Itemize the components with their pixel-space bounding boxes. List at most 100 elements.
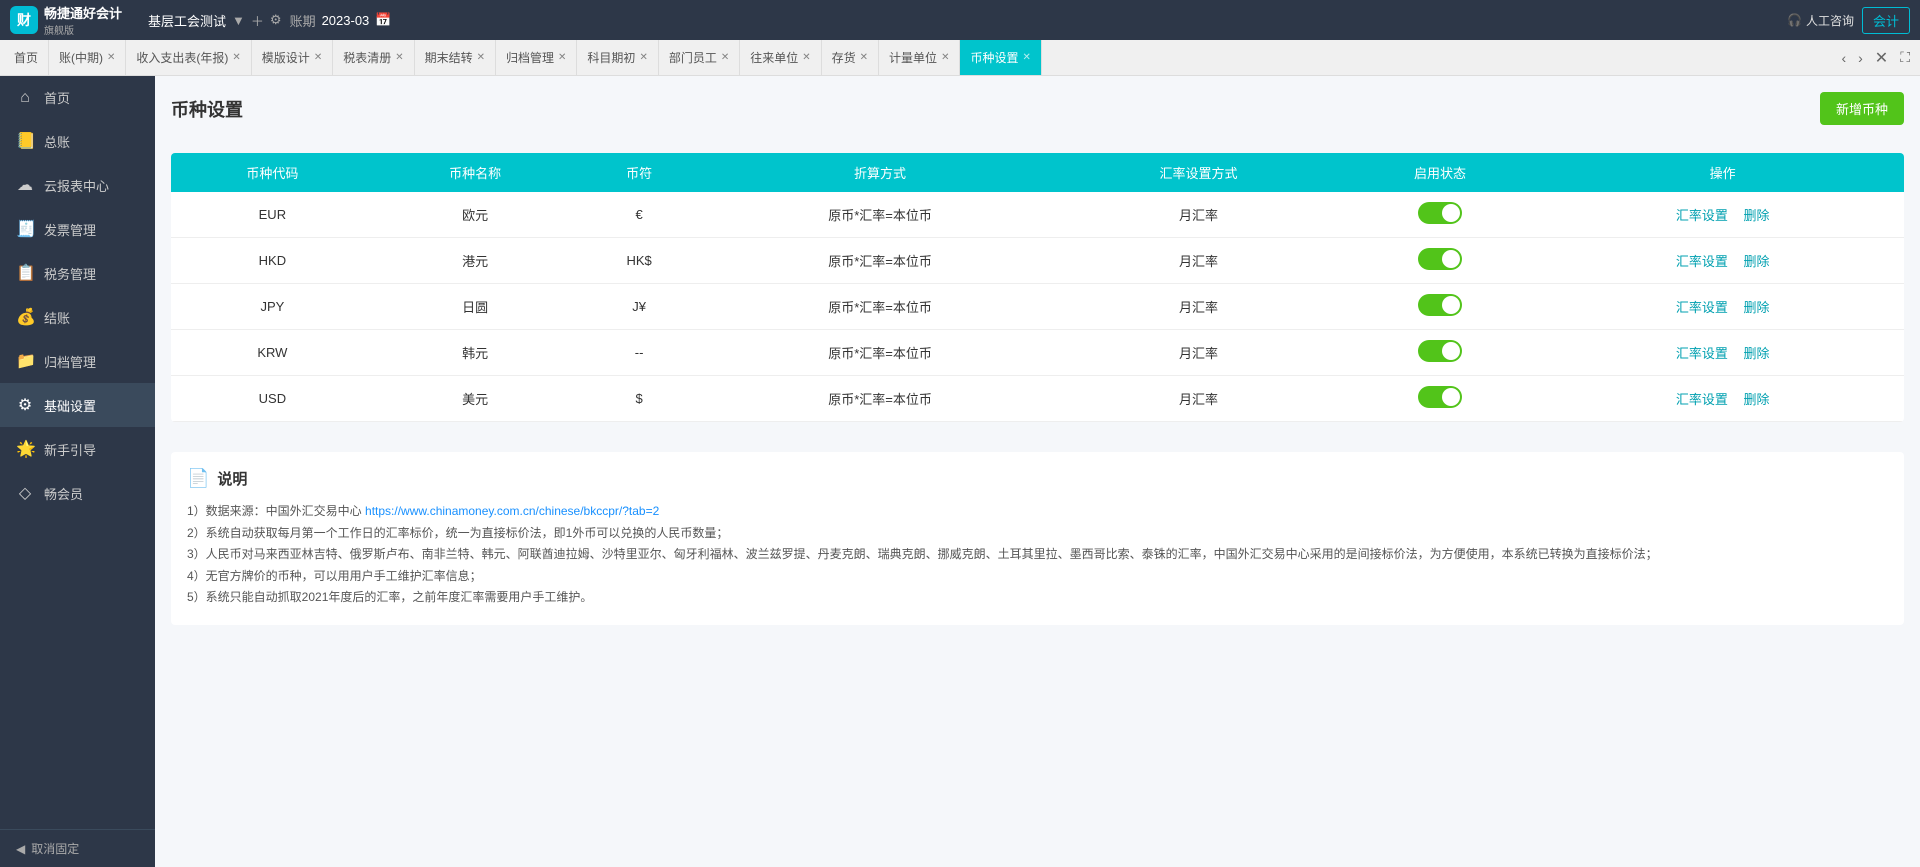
- toggle-KRW[interactable]: [1418, 340, 1462, 362]
- sidebar-item-tax[interactable]: 📋 税务管理: [0, 251, 155, 295]
- delete-link-JPY[interactable]: 删除: [1743, 300, 1769, 315]
- sidebar-item-invoice[interactable]: 🧾 发票管理: [0, 207, 155, 251]
- notes-title-text: 说明: [217, 468, 247, 489]
- toggle-HKD[interactable]: [1418, 248, 1462, 270]
- tab-label: 首页: [14, 49, 38, 66]
- toggle-EUR[interactable]: [1418, 202, 1462, 224]
- sidebar-label-home: 首页: [44, 88, 70, 107]
- col-code: 币种代码: [171, 153, 374, 192]
- delete-link-KRW[interactable]: 删除: [1743, 346, 1769, 361]
- delete-link-EUR[interactable]: 删除: [1743, 208, 1769, 223]
- tab-income[interactable]: 收入支出表(年报) ✕: [126, 40, 251, 76]
- tab-subject[interactable]: 科目期初 ✕: [577, 40, 658, 76]
- notes-item: 3）人民币对马来西亚林吉特、俄罗斯卢布、南非兰特、韩元、阿联酋迪拉姆、沙特里亚尔…: [187, 544, 1888, 566]
- help-button[interactable]: 🎧 人工咨询: [1787, 12, 1854, 29]
- table-row: USD 美元 $ 原币*汇率=本位币 月汇率 汇率设置 删除: [171, 376, 1904, 422]
- tab-close-icon[interactable]: ✕: [107, 52, 115, 63]
- sidebar-item-archive[interactable]: 📁 归档管理: [0, 339, 155, 383]
- rate-setting-link-EUR[interactable]: 汇率设置: [1676, 208, 1728, 223]
- notes-title: 📄 说明: [187, 468, 1888, 489]
- ledger-icon: 📒: [16, 131, 34, 151]
- company-area: 基层工会测试 ▼ ＋ ⚙: [148, 11, 282, 30]
- sidebar-item-ledger[interactable]: 📒 总账: [0, 119, 155, 163]
- cell-name: 欧元: [374, 192, 577, 238]
- settings-icon[interactable]: ⚙: [270, 12, 282, 28]
- tab-close-icon[interactable]: ✕: [314, 52, 322, 63]
- calendar-icon[interactable]: 📅: [375, 12, 391, 28]
- cell-rate-type: 月汇率: [1058, 376, 1338, 422]
- tab-close-icon[interactable]: ✕: [395, 52, 403, 63]
- tab-label: 模版设计: [262, 49, 310, 66]
- tab-close-icon[interactable]: ✕: [232, 52, 240, 63]
- period-area: 账期 2023-03 📅: [290, 11, 392, 30]
- tab-close-icon[interactable]: ✕: [941, 52, 949, 63]
- tab-close-icon[interactable]: ✕: [721, 52, 729, 63]
- tab-home[interactable]: 首页: [4, 40, 49, 76]
- notes-item: 4）无官方牌价的币种，可以用用户手工维护汇率信息；: [187, 566, 1888, 588]
- invoice-icon: 🧾: [16, 219, 34, 239]
- tab-close-icon[interactable]: ✕: [639, 52, 647, 63]
- col-action: 操作: [1541, 153, 1904, 192]
- cell-name: 韩元: [374, 330, 577, 376]
- toggle-USD[interactable]: [1418, 386, 1462, 408]
- rate-setting-link-USD[interactable]: 汇率设置: [1676, 392, 1728, 407]
- cell-actions: 汇率设置 删除: [1541, 284, 1904, 330]
- toggle-track[interactable]: [1418, 202, 1462, 224]
- cell-code: EUR: [171, 192, 374, 238]
- tab-close-icon[interactable]: ✕: [558, 52, 566, 63]
- tab-ledger[interactable]: 账(中期) ✕: [49, 40, 126, 76]
- toggle-track[interactable]: [1418, 386, 1462, 408]
- account-button[interactable]: 会计: [1862, 7, 1910, 34]
- pin-button[interactable]: ◀ 取消固定: [0, 830, 155, 867]
- tab-close-all-button[interactable]: ✕: [1869, 48, 1894, 68]
- sidebar-item-home[interactable]: ⌂ 首页: [0, 76, 155, 119]
- tab-template[interactable]: 模版设计 ✕: [252, 40, 333, 76]
- sidebar-item-settings[interactable]: ⚙ 基础设置: [0, 383, 155, 427]
- tab-dept[interactable]: 部门员工 ✕: [659, 40, 740, 76]
- delete-link-HKD[interactable]: 删除: [1743, 254, 1769, 269]
- tab-expand-button[interactable]: ⛶: [1894, 49, 1916, 66]
- toggle-JPY[interactable]: [1418, 294, 1462, 316]
- new-currency-button[interactable]: 新增币种: [1820, 92, 1904, 125]
- tab-unit[interactable]: 计量单位 ✕: [879, 40, 960, 76]
- toggle-track[interactable]: [1418, 340, 1462, 362]
- tab-tax[interactable]: 税表清册 ✕: [333, 40, 414, 76]
- tab-prev-button[interactable]: ‹: [1835, 40, 1852, 76]
- tab-closing[interactable]: 期末结转 ✕: [415, 40, 496, 76]
- notes-section: 📄 说明 1）数据来源：中国外汇交易中心 https://www.chinamo…: [171, 452, 1904, 625]
- tab-close-icon[interactable]: ✕: [802, 52, 810, 63]
- add-icon[interactable]: ＋: [251, 11, 264, 30]
- cell-symbol: $: [576, 376, 701, 422]
- sidebar-item-member[interactable]: ◇ 畅会员: [0, 471, 155, 515]
- tab-partner[interactable]: 往来单位 ✕: [740, 40, 821, 76]
- cell-symbol: HK$: [576, 238, 701, 284]
- toggle-track[interactable]: [1418, 294, 1462, 316]
- sidebar: ⌂ 首页 📒 总账 ☁ 云报表中心 🧾 发票管理 📋 税务管理 💰 结账 📁 归…: [0, 76, 155, 867]
- toggle-thumb: [1442, 204, 1460, 222]
- tab-currency[interactable]: 币种设置 ✕: [960, 40, 1041, 76]
- rate-setting-link-KRW[interactable]: 汇率设置: [1676, 346, 1728, 361]
- rate-setting-link-JPY[interactable]: 汇率设置: [1676, 300, 1728, 315]
- delete-link-USD[interactable]: 删除: [1743, 392, 1769, 407]
- toggle-track[interactable]: [1418, 248, 1462, 270]
- tab-archive[interactable]: 归档管理 ✕: [496, 40, 577, 76]
- rate-setting-link-HKD[interactable]: 汇率设置: [1676, 254, 1728, 269]
- chinamoney-link[interactable]: https://www.chinamoney.com.cn/chinese/bk…: [365, 504, 659, 518]
- logo-area: 财 畅捷通好会计 旗舰版: [10, 3, 140, 37]
- company-dropdown-icon[interactable]: ▼: [232, 13, 245, 28]
- sidebar-item-guide[interactable]: 🌟 新手引导: [0, 427, 155, 471]
- sidebar-item-reports[interactable]: ☁ 云报表中心: [0, 163, 155, 207]
- cell-actions: 汇率设置 删除: [1541, 330, 1904, 376]
- notes-item: 5）系统只能自动抓取2021年度后的汇率，之前年度汇率需要用户手工维护。: [187, 587, 1888, 609]
- sidebar-label-ledger: 总账: [44, 132, 70, 151]
- settings-icon: ⚙: [16, 395, 34, 415]
- cell-code: JPY: [171, 284, 374, 330]
- sidebar-item-closing[interactable]: 💰 结账: [0, 295, 155, 339]
- cell-rate-type: 月汇率: [1058, 238, 1338, 284]
- tab-next-button[interactable]: ›: [1852, 40, 1869, 76]
- tab-close-icon[interactable]: ✕: [1022, 52, 1030, 63]
- tab-label: 币种设置: [970, 49, 1018, 66]
- tab-close-icon[interactable]: ✕: [860, 52, 868, 63]
- tab-inventory[interactable]: 存货 ✕: [822, 40, 879, 76]
- tab-close-icon[interactable]: ✕: [477, 52, 485, 63]
